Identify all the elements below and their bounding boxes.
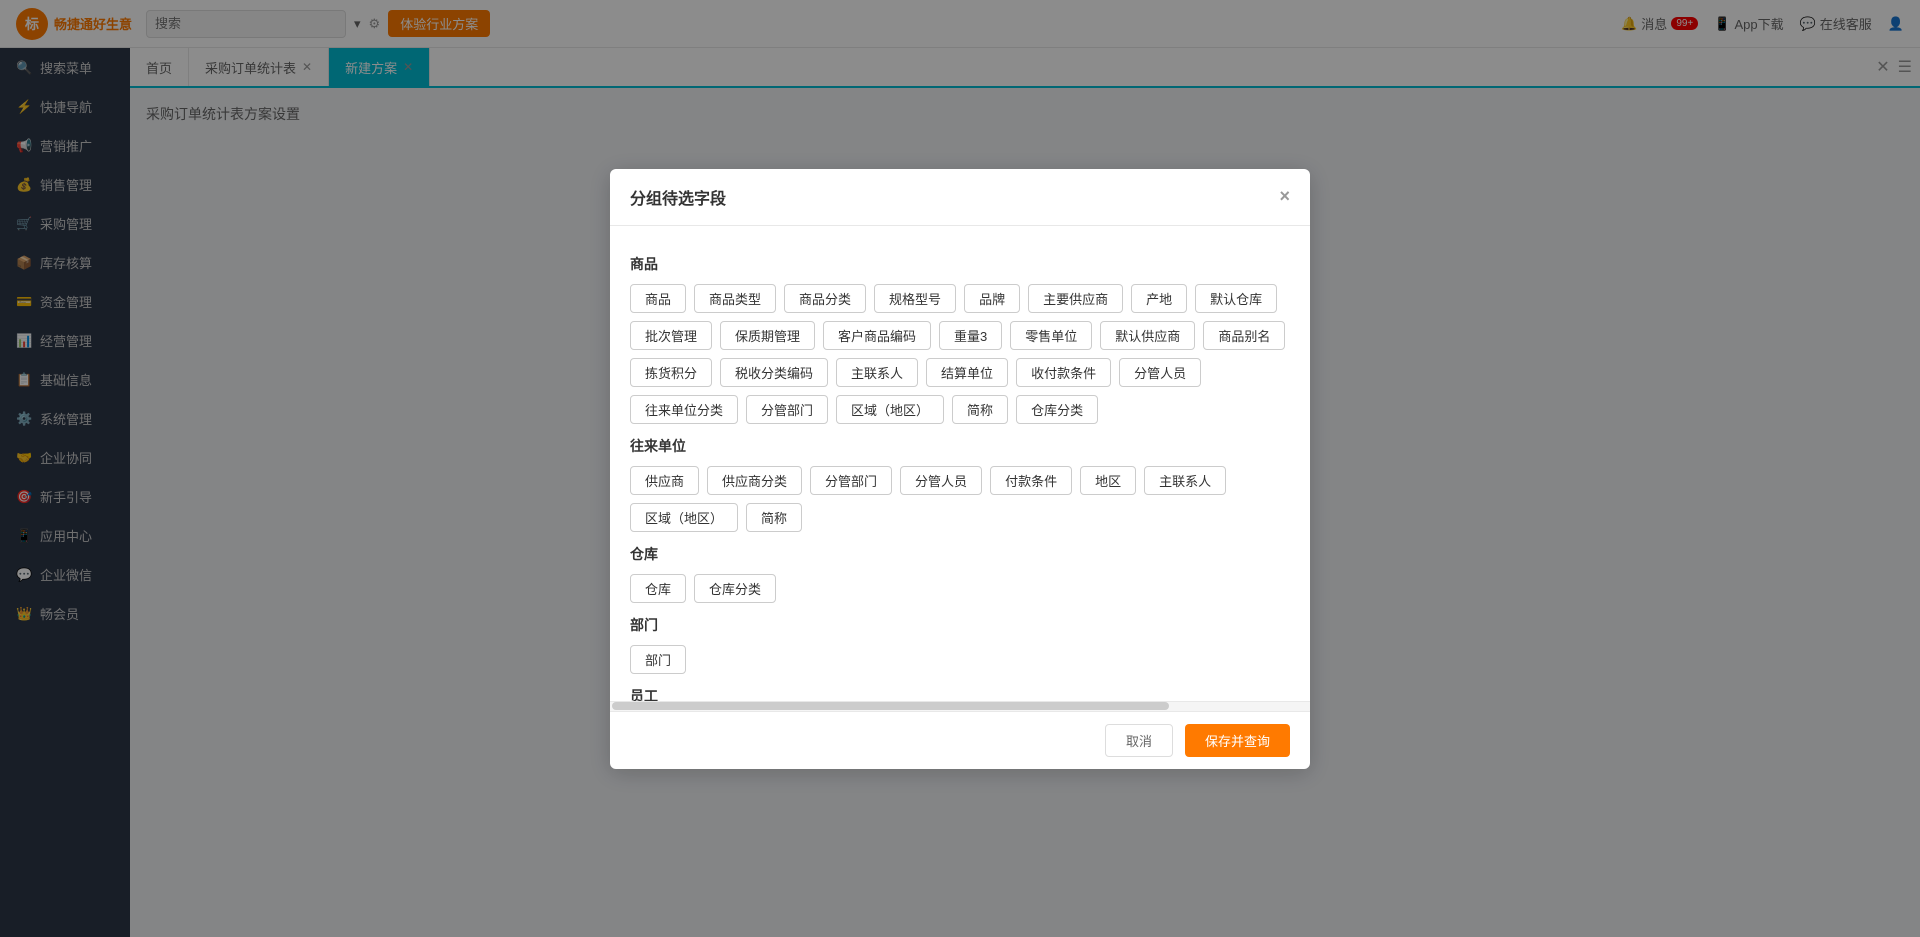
field-tag-warehouse-1[interactable]: 仓库分类 bbox=[694, 574, 776, 603]
field-tag-goods-13[interactable]: 默认供应商 bbox=[1100, 321, 1195, 350]
field-tag-goods-9[interactable]: 保质期管理 bbox=[720, 321, 815, 350]
field-tag-partner-0[interactable]: 供应商 bbox=[630, 466, 699, 495]
cancel-button[interactable]: 取消 bbox=[1105, 724, 1173, 757]
field-tag-goods-14[interactable]: 商品别名 bbox=[1203, 321, 1285, 350]
modal-body: 商品商品商品类型商品分类规格型号品牌主要供应商产地默认仓库批次管理保质期管理客户… bbox=[610, 226, 1310, 702]
modal-header: 分组待选字段 × bbox=[610, 169, 1310, 226]
field-tag-goods-19[interactable]: 收付款条件 bbox=[1016, 358, 1111, 387]
group-tags-partner: 供应商供应商分类分管部门分管人员付款条件地区主联系人区域（地区） 简称 bbox=[630, 466, 1290, 532]
field-tag-partner-3[interactable]: 分管人员 bbox=[900, 466, 982, 495]
field-tag-goods-4[interactable]: 品牌 bbox=[964, 284, 1020, 313]
group-title-department: 部门 bbox=[630, 615, 1290, 635]
group-title-goods: 商品 bbox=[630, 254, 1290, 274]
modal-footer: 取消 保存并查询 bbox=[610, 711, 1310, 769]
field-tag-partner-5[interactable]: 地区 bbox=[1080, 466, 1136, 495]
field-tag-goods-18[interactable]: 结算单位 bbox=[926, 358, 1008, 387]
group-title-warehouse: 仓库 bbox=[630, 544, 1290, 564]
field-tag-goods-7[interactable]: 默认仓库 bbox=[1195, 284, 1277, 313]
field-tag-goods-21[interactable]: 往来单位分类 bbox=[630, 395, 738, 424]
field-tag-goods-6[interactable]: 产地 bbox=[1131, 284, 1187, 313]
modal-scroll-thumb bbox=[612, 702, 1169, 710]
field-tag-goods-25[interactable]: 仓库分类 bbox=[1016, 395, 1098, 424]
modal-title: 分组待选字段 bbox=[630, 185, 726, 209]
field-tag-goods-8[interactable]: 批次管理 bbox=[630, 321, 712, 350]
field-tag-goods-16[interactable]: 税收分类编码 bbox=[720, 358, 828, 387]
field-tag-goods-20[interactable]: 分管人员 bbox=[1119, 358, 1201, 387]
field-tag-partner-4[interactable]: 付款条件 bbox=[990, 466, 1072, 495]
field-tag-goods-5[interactable]: 主要供应商 bbox=[1028, 284, 1123, 313]
field-tag-goods-2[interactable]: 商品分类 bbox=[784, 284, 866, 313]
field-tag-warehouse-0[interactable]: 仓库 bbox=[630, 574, 686, 603]
field-tag-goods-12[interactable]: 零售单位 bbox=[1010, 321, 1092, 350]
modal-scroll-bottom[interactable] bbox=[610, 701, 1310, 710]
field-tag-goods-0[interactable]: 商品 bbox=[630, 284, 686, 313]
field-tag-partner-6[interactable]: 主联系人 bbox=[1144, 466, 1226, 495]
field-tag-department-0[interactable]: 部门 bbox=[630, 645, 686, 674]
field-tag-partner-7[interactable]: 区域（地区） bbox=[630, 503, 738, 532]
field-tag-goods-11[interactable]: 重量3 bbox=[939, 321, 1002, 350]
modal-overlay: 分组待选字段 × 商品商品商品类型商品分类规格型号品牌主要供应商产地默认仓库批次… bbox=[0, 0, 1920, 937]
field-tag-goods-24[interactable]: 简称 bbox=[952, 395, 1008, 424]
field-tag-goods-15[interactable]: 拣货积分 bbox=[630, 358, 712, 387]
field-tag-goods-10[interactable]: 客户商品编码 bbox=[823, 321, 931, 350]
field-select-modal: 分组待选字段 × 商品商品商品类型商品分类规格型号品牌主要供应商产地默认仓库批次… bbox=[610, 169, 1310, 769]
field-tag-goods-17[interactable]: 主联系人 bbox=[836, 358, 918, 387]
field-tag-goods-3[interactable]: 规格型号 bbox=[874, 284, 956, 313]
group-tags-warehouse: 仓库仓库分类 bbox=[630, 574, 1290, 603]
field-tag-partner-1[interactable]: 供应商分类 bbox=[707, 466, 802, 495]
group-title-employee: 员工 bbox=[630, 686, 1290, 702]
group-tags-goods: 商品商品类型商品分类规格型号品牌主要供应商产地默认仓库批次管理保质期管理客户商品… bbox=[630, 284, 1290, 424]
field-tag-partner-8[interactable]: 简称 bbox=[746, 503, 802, 532]
field-tag-goods-23[interactable]: 区域（地区） bbox=[836, 395, 944, 424]
confirm-button[interactable]: 保存并查询 bbox=[1185, 724, 1290, 757]
field-tag-partner-2[interactable]: 分管部门 bbox=[810, 466, 892, 495]
group-title-partner: 往来单位 bbox=[630, 436, 1290, 456]
field-tag-goods-22[interactable]: 分管部门 bbox=[746, 395, 828, 424]
modal-close-button[interactable]: × bbox=[1279, 186, 1290, 207]
field-tag-goods-1[interactable]: 商品类型 bbox=[694, 284, 776, 313]
group-tags-department: 部门 bbox=[630, 645, 1290, 674]
